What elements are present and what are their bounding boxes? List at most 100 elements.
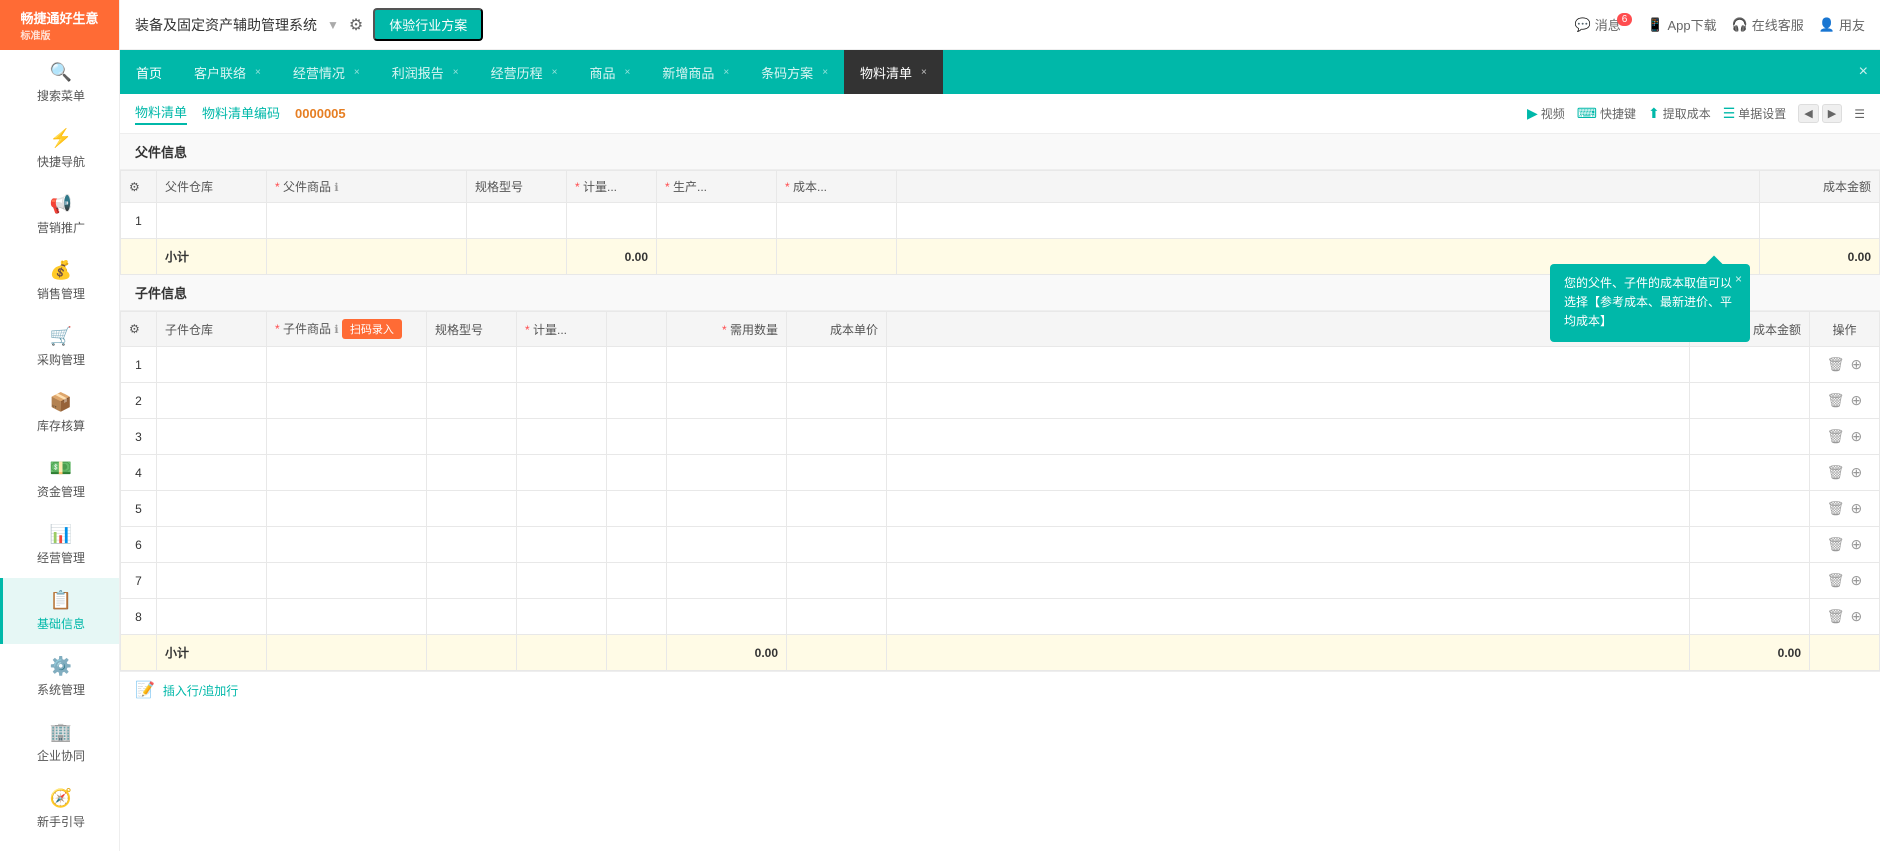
child-cost-amount-7[interactable] [1690,563,1810,599]
tab-operation-status[interactable]: 经营情况 × [277,50,376,94]
child-unit-2[interactable] [517,383,607,419]
delete-row-icon-6[interactable]: 🗑 [1827,536,1845,553]
sidebar-item-guide[interactable]: 🧭 新手引导 [0,776,119,842]
child-cost-amount-5[interactable] [1690,491,1810,527]
close-all-tabs-button[interactable]: × [1847,50,1880,94]
child-quantity-5[interactable] [667,491,787,527]
child-spec-1[interactable] [427,347,517,383]
parent-product-cell-1[interactable] [267,203,467,239]
child-unit-cost-3[interactable] [787,419,887,455]
child-spec-2[interactable] [427,383,517,419]
parent-cost-amount-cell-1[interactable] [1760,203,1880,239]
app-download-button[interactable]: 📱 App下载 [1647,15,1716,34]
child-quantity-6[interactable] [667,527,787,563]
child-spec-7[interactable] [427,563,517,599]
parent-unit-cell-1[interactable] [567,203,657,239]
tab-bom[interactable]: 物料清单 × [844,50,943,94]
child-spec-4[interactable] [427,455,517,491]
child-cost-amount-4[interactable] [1690,455,1810,491]
copy-row-icon-7[interactable]: ⊕ [1851,572,1863,589]
sidebar-item-operation[interactable]: 📊 经营管理 [0,512,119,578]
child-quantity-8[interactable] [667,599,787,635]
tab-barcode[interactable]: 条码方案 × [745,50,844,94]
child-product-4[interactable] [267,455,427,491]
tab-product[interactable]: 商品 × [573,50,646,94]
child-unit-1[interactable] [517,347,607,383]
child-product-8[interactable] [267,599,427,635]
child-unit-5[interactable] [517,491,607,527]
tab-product-close[interactable]: × [624,67,630,78]
message-button[interactable]: 💬 消息 6 [1575,15,1633,34]
child-unit-cost-7[interactable] [787,563,887,599]
dropdown-arrow-icon[interactable]: ▼ [327,18,339,32]
copy-row-icon-1[interactable]: ⊕ [1851,356,1863,373]
tab-operation-status-close[interactable]: × [354,67,360,78]
child-unit-6[interactable] [517,527,607,563]
child-spec-5[interactable] [427,491,517,527]
tab-bom-close[interactable]: × [921,67,927,78]
extract-cost-button[interactable]: ⬆ 提取成本 [1648,105,1711,122]
child-unit-4[interactable] [517,455,607,491]
child-unit-cost-6[interactable] [787,527,887,563]
video-help-button[interactable]: ▶ 视频 [1527,105,1565,122]
child-product-3[interactable] [267,419,427,455]
copy-row-icon-8[interactable]: ⊕ [1851,608,1863,625]
child-product-2[interactable] [267,383,427,419]
child-product-7[interactable] [267,563,427,599]
sidebar-item-sales[interactable]: 💰 销售管理 [0,248,119,314]
child-warehouse-1[interactable] [157,347,267,383]
tab-history[interactable]: 经营历程 × [475,50,574,94]
delete-row-icon-5[interactable]: 🗑 [1827,500,1845,517]
sidebar-item-enterprise[interactable]: 🏢 企业协同 [0,710,119,776]
sidebar-item-basic-info[interactable]: 📋 基础信息 [0,578,119,644]
child-quantity-4[interactable] [667,455,787,491]
child-warehouse-5[interactable] [157,491,267,527]
tab-customer[interactable]: 客户联络 × [178,50,277,94]
child-warehouse-6[interactable] [157,527,267,563]
copy-row-icon-2[interactable]: ⊕ [1851,392,1863,409]
sidebar-item-system[interactable]: ⚙️ 系统管理 [0,644,119,710]
child-quantity-3[interactable] [667,419,787,455]
delete-row-icon-4[interactable]: 🗑 [1827,464,1845,481]
child-unit-3[interactable] [517,419,607,455]
tab-profit-close[interactable]: × [453,67,459,78]
tab-barcode-close[interactable]: × [822,67,828,78]
child-cost-amount-6[interactable] [1690,527,1810,563]
tab-new-product-close[interactable]: × [723,67,729,78]
child-product-1[interactable] [267,347,427,383]
sidebar-item-search[interactable]: 🔍 搜索菜单 [0,50,119,116]
child-cost-amount-8[interactable] [1690,599,1810,635]
child-warehouse-2[interactable] [157,383,267,419]
delete-row-icon-7[interactable]: 🗑 [1827,572,1845,589]
next-record-button[interactable]: ▶ [1822,104,1842,123]
child-quantity-1[interactable] [667,347,787,383]
child-warehouse-8[interactable] [157,599,267,635]
tab-history-close[interactable]: × [552,67,558,78]
tooltip-close-button[interactable]: × [1735,270,1742,289]
sidebar-item-marketing[interactable]: 📢 营销推广 [0,182,119,248]
child-warehouse-3[interactable] [157,419,267,455]
sub-tab-bom-list[interactable]: 物料清单 [135,102,187,125]
parent-production-cell-1[interactable] [657,203,777,239]
list-view-button[interactable]: ☰ [1854,107,1865,121]
copy-row-icon-5[interactable]: ⊕ [1851,500,1863,517]
delete-row-icon-8[interactable]: 🗑 [1827,608,1845,625]
child-unit-8[interactable] [517,599,607,635]
child-cost-amount-1[interactable] [1690,347,1810,383]
sidebar-item-purchase[interactable]: 🛒 采购管理 [0,314,119,380]
copy-row-icon-3[interactable]: ⊕ [1851,428,1863,445]
scan-input-button[interactable]: 扫码录入 [342,319,402,339]
child-cost-amount-2[interactable] [1690,383,1810,419]
child-unit-cost-4[interactable] [787,455,887,491]
child-unit-cost-1[interactable] [787,347,887,383]
child-unit-cost-8[interactable] [787,599,887,635]
tab-new-product[interactable]: 新增商品 × [646,50,745,94]
single-setting-button[interactable]: ☰ 单据设置 [1723,105,1787,122]
child-product-6[interactable] [267,527,427,563]
parent-warehouse-cell-1[interactable] [157,203,267,239]
trial-button[interactable]: 体验行业方案 [373,8,483,41]
prev-record-button[interactable]: ◀ [1798,104,1818,123]
online-service-button[interactable]: 🎧 在线客服 [1732,15,1804,34]
add-row-text[interactable]: 插入行/追加行 [163,682,238,699]
child-warehouse-4[interactable] [157,455,267,491]
